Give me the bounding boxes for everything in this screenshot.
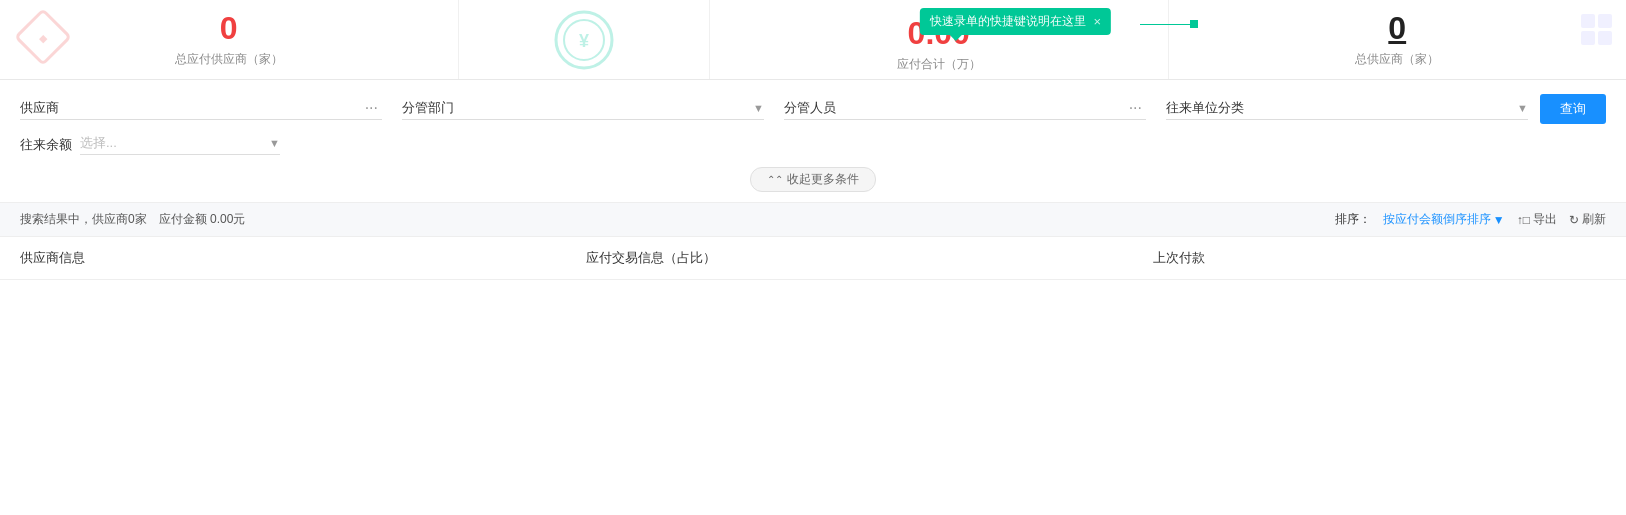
collapse-button[interactable]: ⌃⌃ 收起更多条件 xyxy=(750,167,876,192)
results-prefix: 搜索结果中，供应商 xyxy=(20,212,128,226)
results-bar: 搜索结果中，供应商0家 应付金额 0.00元 排序： 按应付会额倒序排序 ▼ ↑… xyxy=(0,203,1626,237)
stats-section: ◆ 0 总应付供应商（家） ¥ 快速录单的快捷键说明在这里 × 0.00 应付合… xyxy=(0,0,1626,80)
stat-payable-total: 快速录单的快捷键说明在这里 × 0.00 应付合计（万） xyxy=(710,0,1169,79)
balance-dropdown-icon[interactable]: ▼ xyxy=(269,137,280,149)
results-actions: 排序： 按应付会额倒序排序 ▼ ↑□ 导出 ↻ 刷新 xyxy=(1335,211,1606,228)
unit-class-dropdown-icon[interactable]: ▼ xyxy=(1517,102,1528,114)
refresh-label: 刷新 xyxy=(1582,211,1606,228)
supplier-filter: 供应商 ··· xyxy=(20,99,382,120)
results-text: 搜索结果中，供应商0家 应付金额 0.00元 xyxy=(20,211,245,228)
sort-select[interactable]: 按应付会额倒序排序 ▼ xyxy=(1383,211,1505,228)
supplier-more-btn[interactable]: ··· xyxy=(361,99,382,117)
col-transaction-info: 应付交易信息（占比） xyxy=(586,249,1152,267)
refresh-button[interactable]: ↻ 刷新 xyxy=(1569,211,1606,228)
unit-class-filter: 往来单位分类 ▼ xyxy=(1166,99,1528,120)
supplier-input[interactable] xyxy=(67,100,361,115)
total-payable-label: 总应付供应商（家） xyxy=(175,51,283,68)
balance-label: 往来余额 xyxy=(20,136,72,154)
person-input[interactable] xyxy=(844,100,1125,115)
payable-total-label: 应付合计（万） xyxy=(897,56,981,73)
dept-input[interactable] xyxy=(462,100,753,115)
sort-dropdown-icon: ▼ xyxy=(1493,213,1505,227)
balance-placeholder: 选择... xyxy=(80,134,269,152)
unit-class-input[interactable] xyxy=(1252,100,1517,115)
collapse-label: 收起更多条件 xyxy=(787,171,859,188)
balance-filter: 选择... ▼ xyxy=(80,134,280,155)
results-supplier-count: 0家 xyxy=(128,212,147,226)
query-button[interactable]: 查询 xyxy=(1540,94,1606,124)
coin-icon-block: ¥ xyxy=(459,0,711,79)
stat-total-suppliers: 0 总供应商（家） xyxy=(1169,0,1627,79)
export-icon: ↑□ xyxy=(1517,213,1530,227)
refresh-icon: ↻ xyxy=(1569,213,1579,227)
person-filter: 分管人员 ··· xyxy=(784,99,1146,120)
supplier-label: 供应商 xyxy=(20,99,59,117)
person-label: 分管人员 xyxy=(784,99,836,117)
svg-text:◆: ◆ xyxy=(39,32,48,44)
table-body xyxy=(0,280,1626,440)
filter-row-1: 供应商 ··· 分管部门 ▼ 分管人员 ··· 往来单位分类 ▼ 查询 xyxy=(20,94,1606,124)
tooltip-text: 快速录单的快捷键说明在这里 xyxy=(930,13,1086,30)
dept-dropdown-icon[interactable]: ▼ xyxy=(753,102,764,114)
shortcut-tooltip: 快速录单的快捷键说明在这里 × xyxy=(920,8,1112,35)
total-suppliers-label: 总供应商（家） xyxy=(1355,51,1439,68)
table-header: 供应商信息 应付交易信息（占比） 上次付款 xyxy=(0,237,1626,280)
stat-total-payable-suppliers: ◆ 0 总应付供应商（家） xyxy=(0,0,459,79)
dept-filter: 分管部门 ▼ xyxy=(402,99,764,120)
tooltip-close-btn[interactable]: × xyxy=(1094,14,1102,29)
svg-text:¥: ¥ xyxy=(579,31,589,51)
results-summary: 搜索结果中，供应商0家 应付金额 0.00元 xyxy=(20,211,245,228)
sort-value: 按应付会额倒序排序 xyxy=(1383,211,1491,228)
col-last-payment: 上次付款 xyxy=(1153,249,1606,267)
results-amount-value: 0.00元 xyxy=(210,212,245,226)
filter-section: 供应商 ··· 分管部门 ▼ 分管人员 ··· 往来单位分类 ▼ 查询 往来余额… xyxy=(0,80,1626,203)
person-more-btn[interactable]: ··· xyxy=(1125,99,1146,117)
col-supplier-info: 供应商信息 xyxy=(20,249,586,267)
diamond-icon: ◆ xyxy=(16,10,70,64)
sort-label: 排序： xyxy=(1335,211,1371,228)
export-button[interactable]: ↑□ 导出 xyxy=(1517,211,1557,228)
collapse-bar: ⌃⌃ 收起更多条件 xyxy=(20,159,1606,194)
collapse-up-icon: ⌃⌃ xyxy=(767,174,783,185)
coin-icon: ¥ xyxy=(552,8,616,72)
unit-class-label: 往来单位分类 xyxy=(1166,99,1244,117)
dept-label: 分管部门 xyxy=(402,99,454,117)
results-amount-label: 应付金额 xyxy=(159,212,207,226)
export-label: 导出 xyxy=(1533,211,1557,228)
filter-row-2: 往来余额 选择... ▼ xyxy=(20,134,1606,155)
total-suppliers-number: 0 xyxy=(1388,11,1406,46)
total-payable-number: 0 xyxy=(220,11,238,46)
